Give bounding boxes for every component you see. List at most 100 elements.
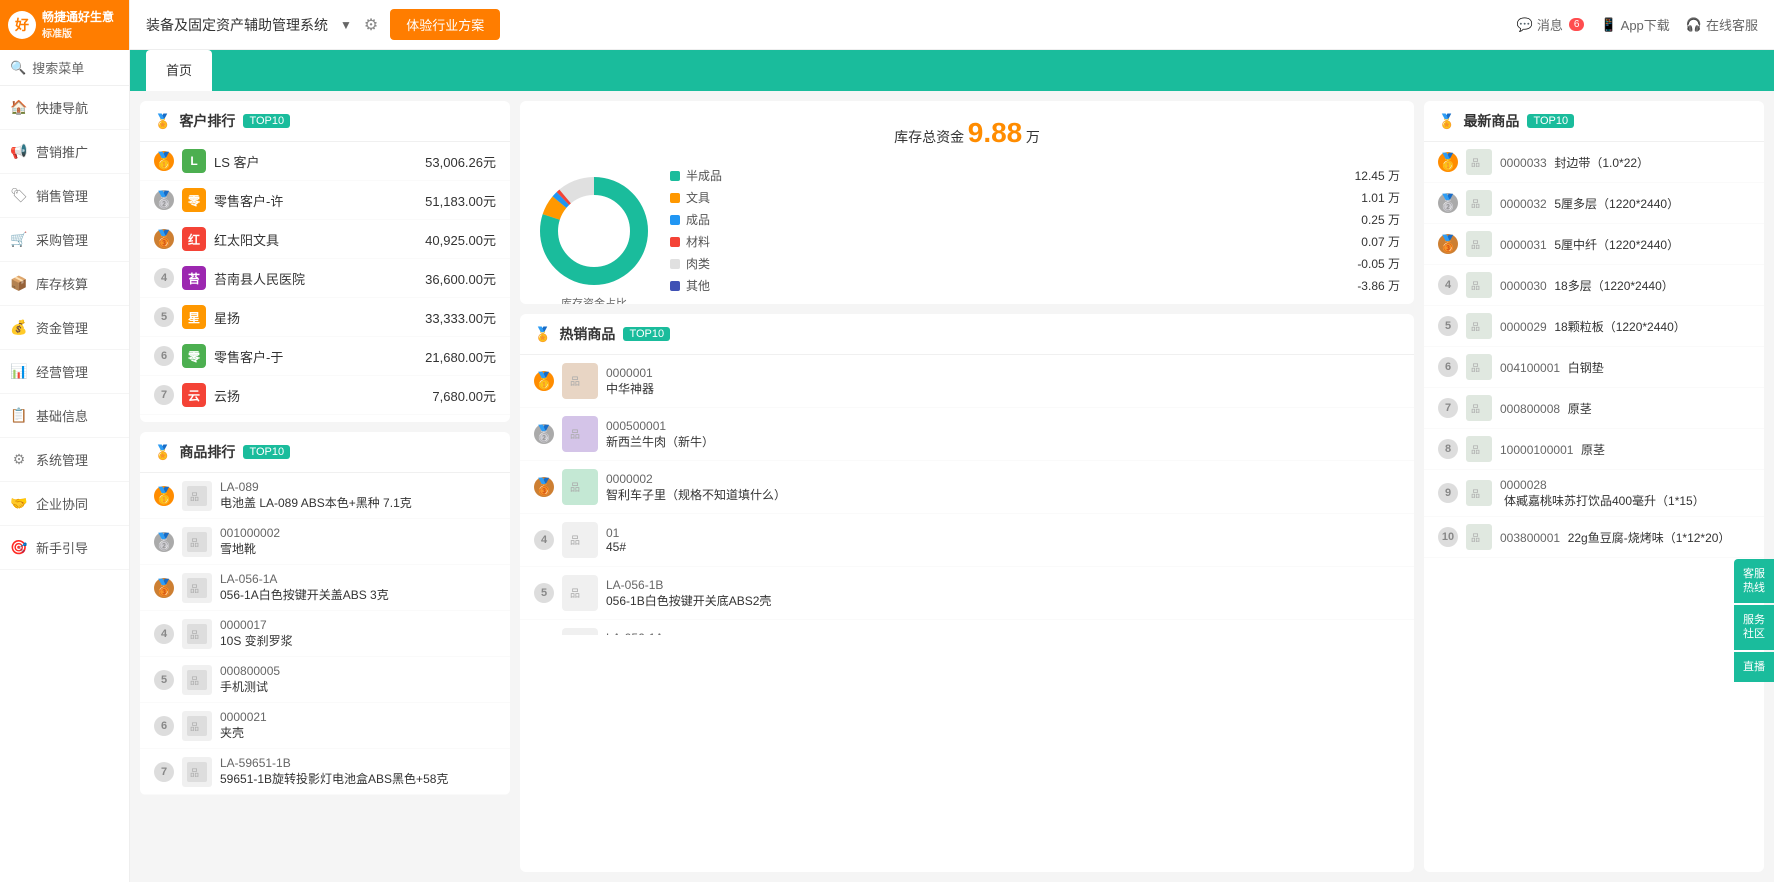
product-info: LA-056-1A 056-1A白色按键开关盖ABS 3克	[220, 572, 496, 603]
customer-rank-item: 8 肖 肖总 7,563.00元	[140, 415, 510, 422]
sidebar-item-purchase[interactable]: 🛒 采购管理	[0, 218, 129, 262]
customer-name: 零售客户-于	[214, 347, 417, 366]
rank-number: 4	[154, 624, 174, 644]
legend-value: 12.45 万	[1355, 167, 1400, 184]
rank-number: 🥇	[154, 151, 174, 171]
hot-product-item: 6 品 LA-056-1A 056-1A白色按键开关盖ABS 3壳	[520, 620, 1414, 635]
legend-item: 成品 0.25 万	[670, 211, 1400, 228]
rank-number: 6	[1438, 357, 1458, 377]
svg-text:品: 品	[190, 538, 199, 548]
rank-number: 🥉	[154, 578, 174, 598]
inventory-legend: 半成品 12.45 万 文具 1.01 万 成品 0.25 万 材料 0.07 …	[670, 167, 1400, 294]
product-rank-badge: TOP10	[243, 445, 290, 459]
float-btn-community[interactable]: 服务社区	[1734, 605, 1774, 650]
sidebar-item-inventory[interactable]: 📦 库存核算	[0, 262, 129, 306]
sidebar-item-sales[interactable]: 🏷 销售管理	[0, 174, 129, 218]
rank-number: 5	[154, 307, 174, 327]
customer-rank-item: 🥇 L LS 客户 53,006.26元	[140, 142, 510, 181]
hot-products-list: 🥇 品 0000001 中华神器 🥈 品 000500001 新西兰牛肉（新牛）…	[520, 355, 1414, 635]
hot-product-item: 5 品 LA-056-1B 056-1B白色按键开关底ABS2壳	[520, 567, 1414, 620]
hot-product-item: 4 品 01 45#	[520, 514, 1414, 567]
sidebar-item-guide[interactable]: 🎯 新手引导	[0, 526, 129, 570]
rank-number: 9	[1438, 483, 1458, 503]
newest-product-thumbnail: 品	[1466, 436, 1492, 462]
product-rank-item: 5 品 000800005 手机测试	[140, 657, 510, 703]
newest-product-info: 0000033 封边带（1.0*22）	[1500, 154, 1649, 171]
inventory-total: 库存总资金 9.88 万	[520, 101, 1414, 157]
hot-products-header: 🏅 热销商品 TOP10	[520, 314, 1414, 355]
search-menu[interactable]: 🔍 搜索菜单	[0, 50, 129, 86]
customer-name: LS 客户	[214, 152, 417, 171]
rank-number: 4	[1438, 275, 1458, 295]
content-area: 🏅 客户排行 TOP10 🥇 L LS 客户 53,006.26元 🥈 零 零售…	[130, 91, 1774, 882]
hot-product-thumbnail: 品	[562, 522, 598, 558]
newest-product-info: 0000029 18颗粒板（1220*2440）	[1500, 318, 1686, 335]
newest-product-item: 🥉 品 0000031 5厘中纤（1220*2440）	[1424, 224, 1764, 265]
system-icon: ⚙	[10, 451, 28, 469]
sidebar-item-basics[interactable]: 📋 基础信息	[0, 394, 129, 438]
customer-name: 零售客户-许	[214, 191, 417, 210]
settings-icon[interactable]: ⚙	[364, 15, 378, 35]
sidebar-item-system[interactable]: ⚙ 系统管理	[0, 438, 129, 482]
newest-product-item: 7 品 000800008 原茎	[1424, 388, 1764, 429]
customer-rank-header: 🏅 客户排行 TOP10	[140, 101, 510, 142]
customer-rank-item: 7 云 云扬 7,680.00元	[140, 376, 510, 415]
sidebar-item-operations[interactable]: 📊 经营管理	[0, 350, 129, 394]
legend-name: 其他	[686, 277, 1351, 294]
newest-medal-icon: 🏅	[1438, 113, 1455, 130]
rank-number: 7	[1438, 398, 1458, 418]
inventory-chart-area: 库存资金占比 半成品 12.45 万 文具 1.01 万 成品 0.25 万 材…	[520, 157, 1414, 304]
rank-number: 5	[534, 583, 554, 603]
middle-panels: 库存总资金 9.88 万	[520, 101, 1414, 872]
svg-text:品: 品	[1471, 199, 1480, 209]
message-btn[interactable]: 💬 消息 6	[1517, 15, 1585, 34]
sidebar-item-finance[interactable]: 💰 资金管理	[0, 306, 129, 350]
headset-icon: 🎧	[1686, 17, 1702, 33]
inventory-icon: 📦	[10, 275, 28, 293]
operations-icon: 📊	[10, 363, 28, 381]
online-service-btn[interactable]: 🎧 在线客服	[1686, 15, 1758, 34]
basics-icon: 📋	[10, 407, 28, 425]
float-btn-service[interactable]: 客服热线	[1734, 559, 1774, 604]
tab-home[interactable]: 首页	[146, 50, 212, 91]
newest-product-thumbnail: 品	[1466, 190, 1492, 216]
svg-text:品: 品	[1471, 489, 1480, 499]
legend-value: 0.25 万	[1361, 211, 1400, 228]
cooperation-icon: 🤝	[10, 495, 28, 513]
phone-icon: 📱	[1600, 17, 1616, 33]
product-rank-header: 🏅 商品排行 TOP10	[140, 432, 510, 473]
customer-rank-title: 客户排行	[179, 111, 235, 131]
legend-name: 半成品	[686, 167, 1349, 184]
experience-btn[interactable]: 体验行业方案	[390, 9, 500, 40]
product-info: 0000021 夹壳	[220, 710, 496, 741]
legend-dot	[670, 237, 680, 247]
product-info: LA-59651-1B 59651-1B旋转投影灯电池盒ABS黑色+58克	[220, 756, 496, 787]
app-download-btn[interactable]: 📱 App下载	[1600, 15, 1669, 34]
newest-products-panel: 🏅 最新商品 TOP10 🥇 品 0000033 封边带（1.0*22） 🥈 品…	[1424, 101, 1764, 872]
svg-text:品: 品	[570, 535, 580, 547]
customer-rank-list: 🥇 L LS 客户 53,006.26元 🥈 零 零售客户-许 51,183.0…	[140, 142, 510, 422]
newest-product-info: 000800008 原茎	[1500, 400, 1592, 417]
newest-products-title: 最新商品	[1463, 111, 1519, 131]
legend-name: 文具	[686, 189, 1355, 206]
product-thumbnail: 品	[182, 481, 212, 511]
product-rank-list: 🥇 品 LA-089 电池盖 LA-089 ABS本色+黑种 7.1克 🥈 品 …	[140, 473, 510, 795]
customer-avatar: 零	[182, 188, 206, 212]
product-medal-icon: 🏅	[154, 444, 171, 461]
product-thumbnail: 品	[182, 619, 212, 649]
rank-number: 4	[154, 268, 174, 288]
sidebar-item-cooperation[interactable]: 🤝 企业协同	[0, 482, 129, 526]
newest-product-thumbnail: 品	[1466, 354, 1492, 380]
sidebar-item-marketing[interactable]: 📢 营销推广	[0, 130, 129, 174]
rank-number: 8	[1438, 439, 1458, 459]
rank-number: 🥉	[534, 477, 554, 497]
float-btn-live[interactable]: 直播	[1734, 652, 1774, 682]
product-rank-item: 🥇 品 LA-089 电池盖 LA-089 ABS本色+黑种 7.1克	[140, 473, 510, 519]
message-badge: 6	[1569, 18, 1585, 31]
sidebar-item-quicknav[interactable]: 🏠 快捷导航	[0, 86, 129, 130]
rank-number: 4	[534, 530, 554, 550]
rank-number: 5	[1438, 316, 1458, 336]
newest-product-item: 4 品 0000030 18多层（1220*2440）	[1424, 265, 1764, 306]
customer-rank-badge: TOP10	[243, 114, 290, 128]
system-dropdown[interactable]: ▼	[340, 18, 352, 32]
